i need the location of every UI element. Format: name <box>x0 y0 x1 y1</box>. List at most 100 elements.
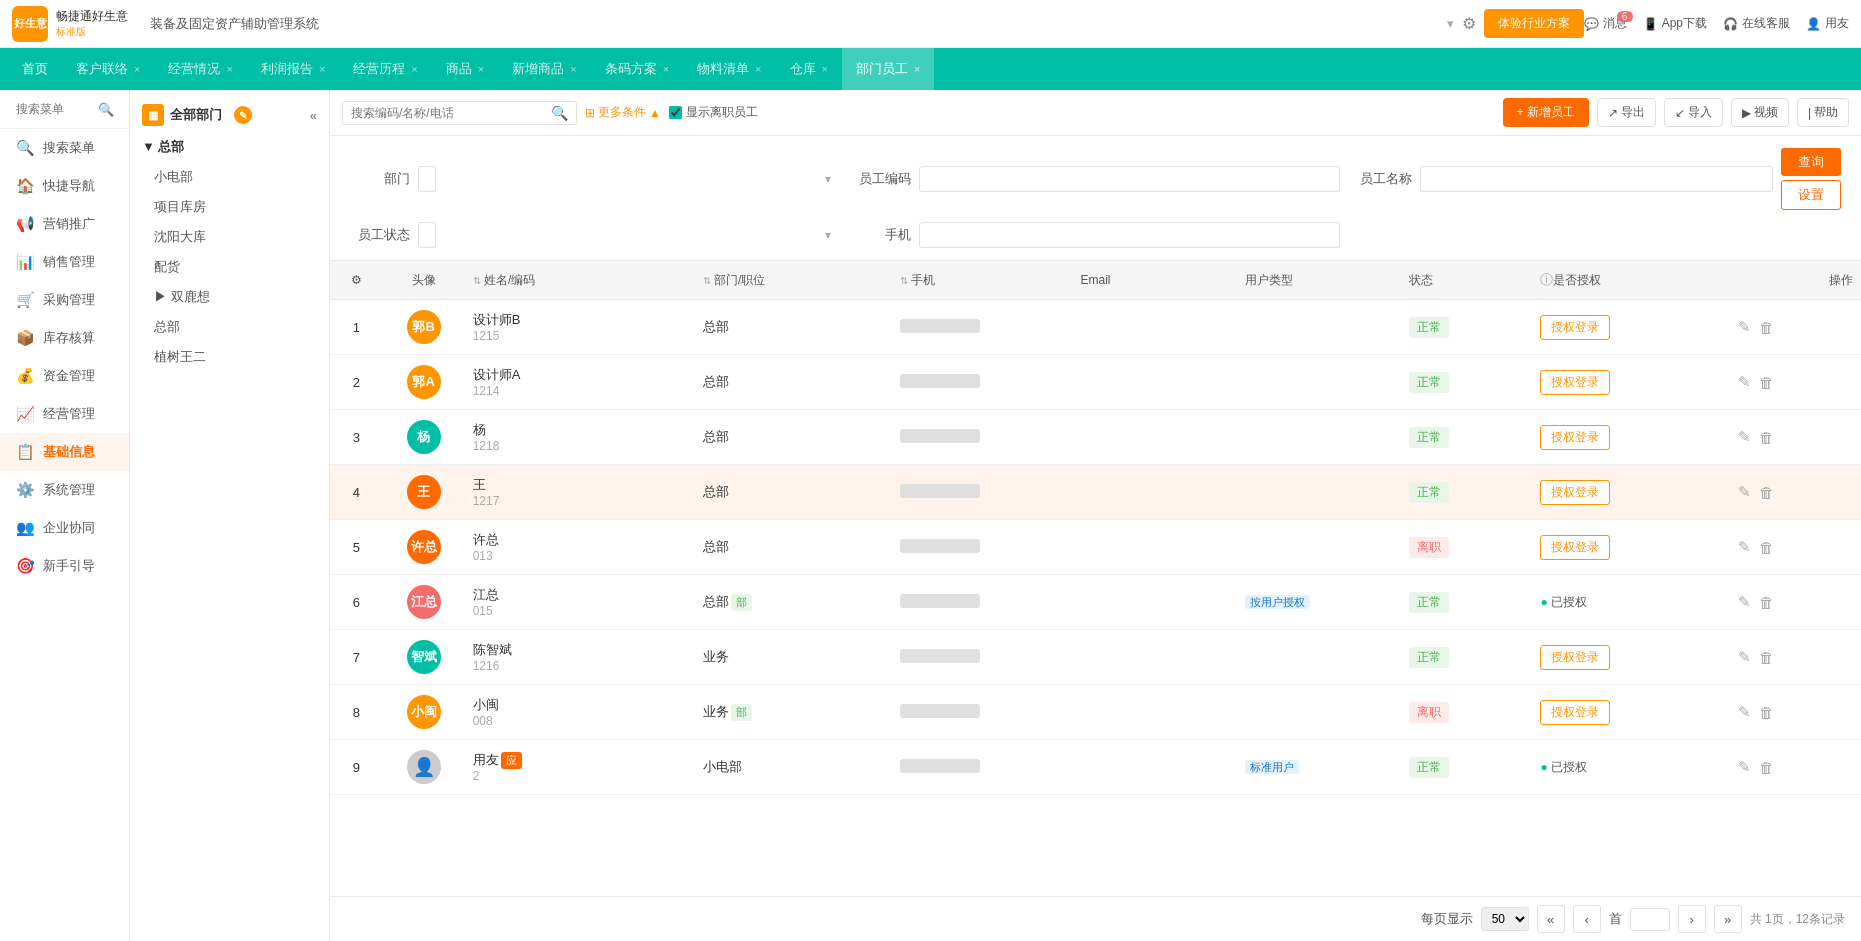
auth-button[interactable]: 授权登录 <box>1540 480 1610 505</box>
nav-tab[interactable]: 部门员工× <box>842 48 934 90</box>
per-page-select[interactable]: 50 <box>1481 907 1529 931</box>
settings-col-icon[interactable]: ⚙ <box>351 273 362 287</box>
tab-close-button[interactable]: × <box>478 63 484 75</box>
sidebar-item[interactable]: 👥企业协同 <box>0 509 129 547</box>
edit-button[interactable]: ✎ <box>1738 703 1751 721</box>
tab-close-button[interactable]: × <box>570 63 576 75</box>
dept-select[interactable] <box>418 166 436 192</box>
dropdown-arrow-icon[interactable]: ▾ <box>1447 16 1454 31</box>
dept-edit-icon[interactable]: ✎ <box>234 106 252 124</box>
sidebar-item[interactable]: 🏠快捷导航 <box>0 167 129 205</box>
delete-button[interactable]: 🗑 <box>1759 538 1774 556</box>
delete-button[interactable]: 🗑 <box>1759 648 1774 666</box>
user-button[interactable]: 👤 用友 <box>1806 15 1849 32</box>
tab-close-button[interactable]: × <box>226 63 232 75</box>
trial-button[interactable]: 体验行业方案 <box>1484 9 1584 38</box>
edit-button[interactable]: ✎ <box>1738 538 1751 556</box>
sidebar-item[interactable]: 💰资金管理 <box>0 357 129 395</box>
tab-home[interactable]: 首页 <box>8 48 62 90</box>
phone-input[interactable] <box>919 222 1340 248</box>
dept-tree-item[interactable]: 小电部 <box>130 162 329 192</box>
auth-button[interactable]: 授权登录 <box>1540 645 1610 670</box>
last-page-button[interactable]: » <box>1714 905 1742 933</box>
tab-close-button[interactable]: × <box>914 63 920 75</box>
sidebar-item[interactable]: 🔍搜索菜单 <box>0 129 129 167</box>
view-button[interactable]: ▶ 视频 <box>1731 98 1789 127</box>
tab-close-button[interactable]: × <box>411 63 417 75</box>
export-button[interactable]: ↗ 导出 <box>1597 98 1656 127</box>
auth-button[interactable]: 授权登录 <box>1540 425 1610 450</box>
dept-tree-item[interactable]: 植树王二 <box>130 342 329 372</box>
tab-close-button[interactable]: × <box>319 63 325 75</box>
nav-tab[interactable]: 利润报告× <box>247 48 339 90</box>
import-button[interactable]: ↙ 导入 <box>1664 98 1723 127</box>
show-resigned-checkbox[interactable] <box>669 106 682 119</box>
delete-button[interactable]: 🗑 <box>1759 593 1774 611</box>
dept-tree-item[interactable]: 项目库房 <box>130 192 329 222</box>
dept-tree-item[interactable]: 总部 <box>130 312 329 342</box>
auth-button[interactable]: 授权登录 <box>1540 315 1610 340</box>
nav-tab[interactable]: 经营历程× <box>339 48 431 90</box>
tab-close-button[interactable]: × <box>822 63 828 75</box>
auth-button[interactable]: 授权登录 <box>1540 535 1610 560</box>
settings-button[interactable]: 设置 <box>1781 180 1841 210</box>
tab-close-button[interactable]: × <box>134 63 140 75</box>
employee-code-input[interactable] <box>919 166 1340 192</box>
nav-tab[interactable]: 条码方案× <box>591 48 683 90</box>
sidebar-item[interactable]: ⚙️系统管理 <box>0 471 129 509</box>
sidebar-search-input[interactable] <box>8 98 98 120</box>
nav-tab[interactable]: 经营情况× <box>154 48 246 90</box>
dept-tree-item[interactable]: ▶ 双鹿想 <box>130 282 329 312</box>
nav-tab[interactable]: 客户联络× <box>62 48 154 90</box>
tab-close-button[interactable]: × <box>663 63 669 75</box>
delete-button[interactable]: 🗑 <box>1759 703 1774 721</box>
edit-button[interactable]: ✎ <box>1738 373 1751 391</box>
nav-tab[interactable]: 物料清单× <box>683 48 775 90</box>
nav-tab[interactable]: 新增商品× <box>498 48 590 90</box>
employee-name-input[interactable] <box>1420 166 1773 192</box>
delete-button[interactable]: 🗑 <box>1759 758 1774 776</box>
edit-button[interactable]: ✎ <box>1738 428 1751 446</box>
sidebar-item[interactable]: 🎯新手引导 <box>0 547 129 585</box>
tab-close-button[interactable]: × <box>755 63 761 75</box>
sidebar-item[interactable]: 📈经营管理 <box>0 395 129 433</box>
next-page-button[interactable]: › <box>1678 905 1706 933</box>
query-button[interactable]: 查询 <box>1781 148 1841 176</box>
app-download-button[interactable]: 📱 App下载 <box>1643 15 1707 32</box>
help-button[interactable]: | 帮助 <box>1797 98 1849 127</box>
auth-button[interactable]: 授权登录 <box>1540 370 1610 395</box>
sidebar-item[interactable]: 📋基础信息 <box>0 433 129 471</box>
more-filters-button[interactable]: ⊞ 更多条件 ▲ <box>585 104 661 121</box>
nav-tab[interactable]: 仓库× <box>776 48 842 90</box>
edit-button[interactable]: ✎ <box>1738 318 1751 336</box>
sidebar-item[interactable]: 🛒采购管理 <box>0 281 129 319</box>
delete-button[interactable]: 🗑 <box>1759 373 1774 391</box>
online-service-button[interactable]: 🎧 在线客服 <box>1723 15 1790 32</box>
sidebar-item[interactable]: 📢营销推广 <box>0 205 129 243</box>
edit-button[interactable]: ✎ <box>1738 758 1751 776</box>
edit-button[interactable]: ✎ <box>1738 483 1751 501</box>
delete-button[interactable]: 🗑 <box>1759 318 1774 336</box>
employee-dept-cell: 总部 <box>695 465 892 520</box>
dept-tree-item[interactable]: ▼ 总部 <box>130 132 329 162</box>
status-select[interactable] <box>418 222 436 248</box>
edit-button[interactable]: ✎ <box>1738 593 1751 611</box>
dept-collapse-button[interactable]: « <box>310 108 317 123</box>
nav-tab[interactable]: 商品× <box>432 48 498 90</box>
dept-tree-item[interactable]: 配货 <box>130 252 329 282</box>
sidebar-item[interactable]: 📊销售管理 <box>0 243 129 281</box>
settings-icon[interactable]: ⚙ <box>1462 14 1476 33</box>
edit-button[interactable]: ✎ <box>1738 648 1751 666</box>
sidebar-item[interactable]: 📦库存核算 <box>0 319 129 357</box>
page-number-input[interactable]: 1 <box>1630 908 1670 931</box>
delete-button[interactable]: 🗑 <box>1759 483 1774 501</box>
delete-button[interactable]: 🗑 <box>1759 428 1774 446</box>
employee-search-input[interactable] <box>351 102 551 124</box>
prev-page-button[interactable]: ‹ <box>1573 905 1601 933</box>
message-button[interactable]: 💬 消息 6 <box>1584 15 1627 32</box>
auth-button[interactable]: 授权登录 <box>1540 700 1610 725</box>
add-employee-button[interactable]: + 新增员工 <box>1503 98 1589 127</box>
first-page-button[interactable]: « <box>1537 905 1565 933</box>
show-resigned-checkbox-label[interactable]: 显示离职员工 <box>669 104 758 121</box>
dept-tree-item[interactable]: 沈阳大库 <box>130 222 329 252</box>
